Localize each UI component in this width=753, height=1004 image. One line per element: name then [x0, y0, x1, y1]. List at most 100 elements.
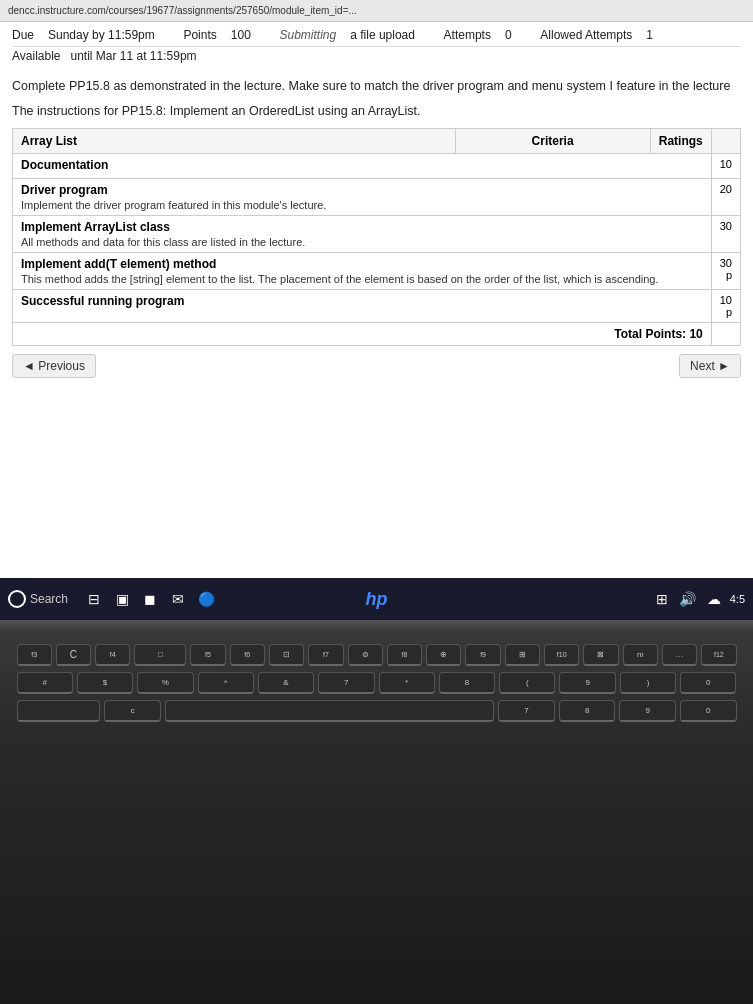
url-bar[interactable]: dencc.instructure.com/courses/19677/assi… — [0, 0, 753, 22]
key-0[interactable]: 0 — [680, 672, 736, 694]
hp-logo: hp — [366, 589, 388, 610]
key-f9[interactable]: f9 — [465, 644, 500, 666]
attempts-value: 0 — [505, 28, 512, 42]
key-c[interactable]: C — [56, 644, 91, 666]
bottom-row: c 7 8 9 0 — [17, 700, 737, 722]
key-rparen[interactable]: ) — [620, 672, 676, 694]
key-percent[interactable]: % — [137, 672, 193, 694]
taskbar-icon-2[interactable]: ▣ — [112, 589, 132, 609]
key-space-l[interactable] — [17, 700, 101, 722]
key-f12[interactable]: f12 — [701, 644, 736, 666]
pts-header — [711, 128, 740, 153]
total-value — [711, 322, 740, 345]
table-row: Implement add(T element) method This met… — [13, 252, 741, 289]
total-label: Total Points: 10 — [13, 322, 712, 345]
url-text: dencc.instructure.com/courses/19677/assi… — [8, 5, 357, 16]
criteria-title: Successful running program — [21, 294, 703, 308]
criteria-cell: Implement add(T element) method This met… — [13, 252, 712, 289]
browser-screen: dencc.instructure.com/courses/19677/assi… — [0, 0, 753, 620]
taskbar-clock: 4:5 — [730, 593, 745, 605]
assignment-description: Complete PP15.8 as demonstrated in the l… — [12, 69, 741, 100]
keyboard-area: f3 C f4 □ f5 f6 ⊡ f7 ⊜ f8 ⊕ f9 ⊞ f10 ⊠ m… — [17, 644, 737, 722]
taskbar-right-icon-2[interactable]: 🔊 — [678, 589, 698, 609]
criteria-desc: This method adds the [string] element to… — [21, 273, 703, 285]
key-9[interactable]: 9 — [559, 672, 615, 694]
criteria-title: Driver program — [21, 183, 703, 197]
key-m[interactable]: m — [623, 644, 658, 666]
key-dots[interactable]: … — [662, 644, 697, 666]
taskbar-icons: ⊟ ▣ ◼ ✉ 🔵 — [84, 589, 216, 609]
taskbar-right: ⊞ 🔊 ☁ 4:5 — [652, 589, 745, 609]
table-row: Documentation 10 — [13, 153, 741, 178]
criteria-cell: Successful running program — [13, 289, 712, 322]
taskbar-search-label: Search — [30, 592, 68, 606]
criteria-title: Implement add(T element) method — [21, 257, 703, 271]
criteria-title: Documentation — [21, 158, 703, 172]
number-row: # $ % ^ & 7 * 8 ( 9 ) 0 — [17, 672, 737, 694]
taskbar-right-icon-1[interactable]: ⊞ — [652, 589, 672, 609]
submitting-value: a file upload — [350, 28, 415, 42]
assignment-instructions: The instructions for PP15.8: Implement a… — [12, 100, 741, 128]
taskbar-icon-5[interactable]: 🔵 — [196, 589, 216, 609]
key-8[interactable]: 8 — [439, 672, 495, 694]
key-f6[interactable]: f6 — [230, 644, 265, 666]
next-button[interactable]: Next ► — [679, 354, 741, 378]
key-box[interactable]: □ — [134, 644, 186, 666]
criteria-header: Criteria — [455, 128, 650, 153]
due-label: Due — [12, 28, 34, 42]
total-row: Total Points: 10 — [13, 322, 741, 345]
allowed-value: 1 — [646, 28, 653, 42]
taskbar-search-area[interactable]: Search — [8, 590, 68, 608]
criteria-desc: All methods and data for this class are … — [21, 236, 703, 248]
key-asterisk[interactable]: * — [379, 672, 435, 694]
key-f5[interactable]: f5 — [190, 644, 225, 666]
key-f8b[interactable]: ⊕ — [426, 644, 461, 666]
fn-key-row: f3 C f4 □ f5 f6 ⊡ f7 ⊜ f8 ⊕ f9 ⊞ f10 ⊠ m… — [17, 644, 737, 666]
submitting-label: Submitting — [280, 28, 337, 42]
key-7b[interactable]: 7 — [498, 700, 555, 722]
key-f8[interactable]: f8 — [387, 644, 422, 666]
key-f7[interactable]: f7 — [308, 644, 343, 666]
taskbar-icon-1[interactable]: ⊟ — [84, 589, 104, 609]
key-caret[interactable]: ^ — [198, 672, 254, 694]
key-f10[interactable]: f10 — [544, 644, 579, 666]
table-row: Implement ArrayList class All methods an… — [13, 215, 741, 252]
key-lparen[interactable]: ( — [499, 672, 555, 694]
key-8b[interactable]: 8 — [559, 700, 616, 722]
key-bracket[interactable]: ⊡ — [269, 644, 304, 666]
key-9b[interactable]: 9 — [619, 700, 676, 722]
table-row: Driver program Implement the driver prog… — [13, 178, 741, 215]
pts-cell: 30 — [711, 215, 740, 252]
page-content: Due Sunday by 11:59pm Points 100 Submitt… — [0, 22, 753, 390]
laptop-hinge — [0, 620, 753, 634]
criteria-title: Implement ArrayList class — [21, 220, 703, 234]
key-ampersand[interactable]: & — [258, 672, 314, 694]
key-0b[interactable]: 0 — [680, 700, 737, 722]
available-value: until Mar 11 at 11:59pm — [71, 49, 197, 63]
prev-button[interactable]: ◄ Previous — [12, 354, 96, 378]
key-dollar[interactable]: $ — [77, 672, 133, 694]
key-f9b[interactable]: ⊞ — [505, 644, 540, 666]
taskbar-icon-4[interactable]: ✉ — [168, 589, 188, 609]
pts-cell: 20 — [711, 178, 740, 215]
points-label: Points — [183, 28, 216, 42]
key-7[interactable]: 7 — [318, 672, 374, 694]
laptop-body: f3 C f4 □ f5 f6 ⊡ f7 ⊜ f8 ⊕ f9 ⊞ f10 ⊠ m… — [0, 620, 753, 1004]
key-f7b[interactable]: ⊜ — [348, 644, 383, 666]
nav-buttons: ◄ Previous Next ► — [12, 346, 741, 382]
key-f10b[interactable]: ⊠ — [583, 644, 618, 666]
key-space[interactable] — [165, 700, 494, 722]
taskbar-icon-3[interactable]: ◼ — [140, 589, 160, 609]
taskbar-right-icon-3[interactable]: ☁ — [704, 589, 724, 609]
allowed-label: Allowed Attempts — [540, 28, 632, 42]
table-row: Successful running program 10 p — [13, 289, 741, 322]
rubric-title: Array List — [13, 128, 456, 153]
criteria-cell: Driver program Implement the driver prog… — [13, 178, 712, 215]
key-f3[interactable]: f3 — [17, 644, 52, 666]
assignment-meta: Due Sunday by 11:59pm Points 100 Submitt… — [12, 22, 741, 47]
search-circle-icon — [8, 590, 26, 608]
key-f4[interactable]: f4 — [95, 644, 130, 666]
rubric-table: Array List Criteria Ratings Documentatio… — [12, 128, 741, 346]
key-hash[interactable]: # — [17, 672, 73, 694]
key-c2[interactable]: c — [104, 700, 161, 722]
